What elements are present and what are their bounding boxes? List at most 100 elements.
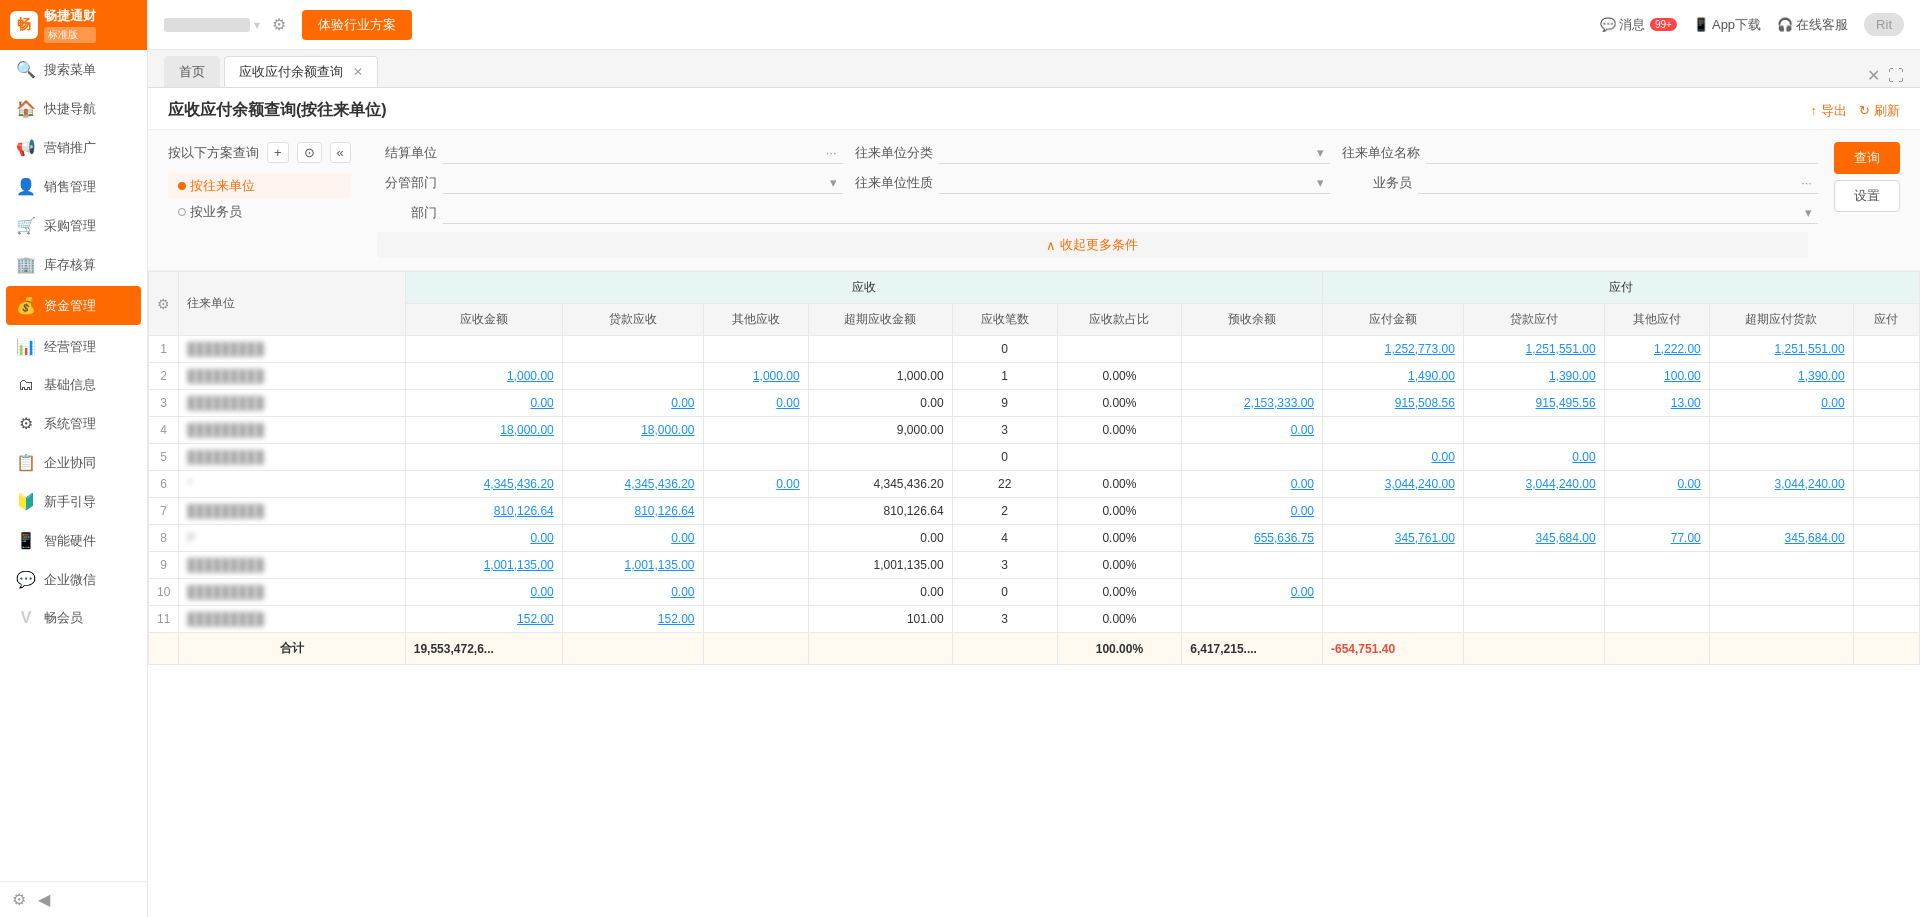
- yingfu-amount[interactable]: [1323, 606, 1464, 633]
- qita-yingfu[interactable]: 13.00: [1604, 390, 1709, 417]
- yingshou-amount[interactable]: 0.00: [405, 579, 562, 606]
- qita-yingfu[interactable]: 77.00: [1604, 525, 1709, 552]
- qita-yingshou[interactable]: 0.00: [703, 471, 808, 498]
- qita-yingshou[interactable]: [703, 417, 808, 444]
- yingfu-amount[interactable]: 915,508.56: [1323, 390, 1464, 417]
- unit-nature-input[interactable]: ▾: [939, 172, 1331, 194]
- table-settings-icon[interactable]: ⚙: [157, 296, 170, 312]
- daikuan-yingshou[interactable]: 810,126.64: [562, 498, 703, 525]
- qita-yingshou[interactable]: [703, 579, 808, 606]
- qita-yingfu[interactable]: [1604, 498, 1709, 525]
- daikuan-yingfu[interactable]: [1463, 552, 1604, 579]
- yingshou-amount[interactable]: 810,126.64: [405, 498, 562, 525]
- yushou-yue[interactable]: [1182, 363, 1323, 390]
- yingshou-amount[interactable]: 1,000.00: [405, 363, 562, 390]
- daikuan-yingshou[interactable]: [562, 444, 703, 471]
- qita-yingfu[interactable]: [1604, 579, 1709, 606]
- qita-yingfu[interactable]: [1604, 417, 1709, 444]
- yingshou-amount[interactable]: [405, 336, 562, 363]
- yushou-yue[interactable]: 0.00: [1182, 417, 1323, 444]
- daikuan-yingfu[interactable]: [1463, 417, 1604, 444]
- sidebar-item-operations[interactable]: 📊 经营管理: [0, 327, 147, 366]
- yingfu-amount[interactable]: [1323, 498, 1464, 525]
- yingshou-amount[interactable]: 152.00: [405, 606, 562, 633]
- sidebar-item-enterprise[interactable]: 📋 企业协同: [0, 443, 147, 482]
- qita-yingfu[interactable]: 1,222.00: [1604, 336, 1709, 363]
- sidebar-item-purchase[interactable]: 🛒 采购管理: [0, 206, 147, 245]
- yushou-yue[interactable]: [1182, 336, 1323, 363]
- dept-manage-input[interactable]: ▾: [443, 172, 843, 194]
- yingshou-amount[interactable]: [405, 444, 562, 471]
- sidebar-item-sales[interactable]: 👤 销售管理: [0, 167, 147, 206]
- online-service-button[interactable]: 🎧 在线客服: [1777, 16, 1848, 34]
- qita-yingshou[interactable]: [703, 444, 808, 471]
- sidebar-item-basic[interactable]: 🗂 基础信息: [0, 366, 147, 404]
- qita-yingfu[interactable]: [1604, 444, 1709, 471]
- yushou-yue[interactable]: [1182, 606, 1323, 633]
- sidebar-item-guide[interactable]: 🔰 新手引导: [0, 482, 147, 521]
- qita-yingfu[interactable]: [1604, 606, 1709, 633]
- yingfu-amount[interactable]: [1323, 552, 1464, 579]
- settlement-unit-input[interactable]: ···: [443, 142, 843, 164]
- qita-yingshou[interactable]: [703, 525, 808, 552]
- unit-name-input[interactable]: [1426, 142, 1818, 164]
- sidebar-settings-button[interactable]: ⚙: [12, 890, 26, 909]
- chaoqi-yingfu[interactable]: [1709, 417, 1853, 444]
- salesman-dots-icon[interactable]: ···: [1801, 175, 1812, 190]
- yingfu-amount[interactable]: 1,252,773.00: [1323, 336, 1464, 363]
- chaoqi-yingfu[interactable]: [1709, 579, 1853, 606]
- qita-yingshou[interactable]: [703, 552, 808, 579]
- daikuan-yingfu[interactable]: 1,251,551.00: [1463, 336, 1604, 363]
- qita-yingshou[interactable]: [703, 606, 808, 633]
- yingfu-amount[interactable]: 3,044,240.00: [1323, 471, 1464, 498]
- daikuan-yingshou[interactable]: [562, 336, 703, 363]
- daikuan-yingfu[interactable]: [1463, 579, 1604, 606]
- export-button[interactable]: ↑ 导出: [1811, 102, 1848, 120]
- sidebar-item-quicknav[interactable]: 🏠 快捷导航: [0, 89, 147, 128]
- total-yingshou-amount[interactable]: 19,553,472,6...: [405, 633, 562, 665]
- qita-yingshou[interactable]: 0.00: [703, 390, 808, 417]
- messages-button[interactable]: 💬 消息 99+: [1600, 16, 1677, 34]
- sidebar-item-hardware[interactable]: 📱 智能硬件: [0, 521, 147, 560]
- yushou-yue[interactable]: 0.00: [1182, 498, 1323, 525]
- yushou-yue[interactable]: 0.00: [1182, 471, 1323, 498]
- daikuan-yingshou[interactable]: 0.00: [562, 390, 703, 417]
- yingfu-amount[interactable]: 0.00: [1323, 444, 1464, 471]
- sidebar-item-inventory[interactable]: 🏢 库存核算: [0, 245, 147, 284]
- yingfu-amount[interactable]: 345,761.00: [1323, 525, 1464, 552]
- chaoqi-yingfu[interactable]: [1709, 498, 1853, 525]
- daikuan-yingshou[interactable]: [562, 363, 703, 390]
- daikuan-yingfu[interactable]: [1463, 498, 1604, 525]
- yingfu-amount[interactable]: [1323, 579, 1464, 606]
- tab-close-window-icon[interactable]: ✕: [1867, 66, 1880, 85]
- salesman-input[interactable]: ···: [1418, 172, 1818, 194]
- daikuan-yingshou[interactable]: 0.00: [562, 525, 703, 552]
- user-avatar[interactable]: Rit: [1864, 13, 1904, 36]
- daikuan-yingshou[interactable]: 0.00: [562, 579, 703, 606]
- setting-button[interactable]: 设置: [1834, 180, 1900, 212]
- qita-yingshou[interactable]: [703, 498, 808, 525]
- dept-input[interactable]: ▾: [443, 202, 1818, 224]
- yushou-yue[interactable]: [1182, 552, 1323, 579]
- sidebar-item-wechat[interactable]: 💬 企业微信: [0, 560, 147, 599]
- chaoqi-yingfu[interactable]: [1709, 444, 1853, 471]
- cta-button[interactable]: 体验行业方案: [302, 10, 412, 40]
- chaoqi-yingfu[interactable]: 3,044,240.00: [1709, 471, 1853, 498]
- qita-yingshou[interactable]: [703, 336, 808, 363]
- total-yushou-yue[interactable]: 6,417,215....: [1182, 633, 1323, 665]
- tab-home[interactable]: 首页: [164, 56, 220, 87]
- filter-nav-by-unit[interactable]: 按往来单位: [168, 173, 351, 199]
- sidebar-collapse-button[interactable]: ◀: [38, 890, 50, 909]
- yushou-yue[interactable]: [1182, 444, 1323, 471]
- settlement-unit-dots-icon[interactable]: ···: [826, 145, 837, 160]
- qita-yingfu[interactable]: 0.00: [1604, 471, 1709, 498]
- sidebar-item-marketing[interactable]: 📢 营销推广: [0, 128, 147, 167]
- chaoqi-yingfu[interactable]: [1709, 606, 1853, 633]
- sidebar-item-search[interactable]: 🔍 搜索菜单: [0, 50, 147, 89]
- sidebar-item-member[interactable]: V 畅会员: [0, 599, 147, 637]
- daikuan-yingfu[interactable]: 1,390.00: [1463, 363, 1604, 390]
- chaoqi-yingfu[interactable]: 1,390.00: [1709, 363, 1853, 390]
- daikuan-yingfu[interactable]: 3,044,240.00: [1463, 471, 1604, 498]
- daikuan-yingshou[interactable]: 18,000.00: [562, 417, 703, 444]
- qita-yingfu[interactable]: [1604, 552, 1709, 579]
